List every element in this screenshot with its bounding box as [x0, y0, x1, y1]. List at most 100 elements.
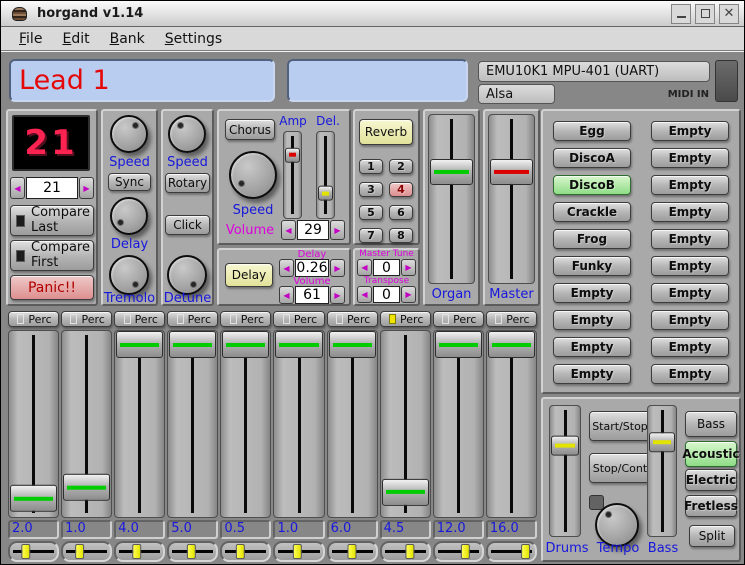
bass-type-electric-button[interactable]: Electric	[685, 469, 737, 491]
bass-type-acoustic-button[interactable]: Acoustic	[685, 441, 737, 467]
chorus-amp-slider[interactable]	[283, 131, 302, 219]
chorus-button[interactable]: Chorus	[225, 119, 275, 140]
delay-volume-decrement[interactable]	[279, 286, 294, 304]
delay-volume-value[interactable]: 61	[295, 286, 329, 304]
delay-volume-increment[interactable]	[330, 286, 345, 304]
menu-edit[interactable]: Edit	[52, 29, 99, 49]
drawbar-fader-handle[interactable]	[222, 331, 269, 358]
preset-button-right-7[interactable]: Empty	[651, 283, 729, 303]
master-fader-handle[interactable]	[490, 159, 533, 185]
reverb-type-7[interactable]: 7	[359, 228, 383, 243]
delay-time-decrement[interactable]	[279, 259, 294, 277]
panic-button[interactable]: Panic!!	[10, 275, 94, 300]
detune-knob[interactable]	[167, 255, 207, 295]
bass-type-fretless-button[interactable]: Fretless	[685, 495, 737, 517]
drawbar-fader-4[interactable]	[167, 330, 218, 518]
perc-toggle-9[interactable]: Perc	[433, 311, 484, 327]
perc-toggle-6[interactable]: Perc	[273, 311, 324, 327]
chorus-amp-handle[interactable]	[285, 148, 300, 163]
drawbar-fader-handle[interactable]	[275, 331, 322, 358]
maximize-button[interactable]	[695, 4, 715, 24]
close-button[interactable]	[719, 4, 739, 24]
drawbar-fader-handle[interactable]	[488, 331, 535, 358]
master-tune-value[interactable]: 0	[373, 259, 400, 276]
drawbar-fader-handle[interactable]	[116, 331, 163, 358]
drawbar-fader-7[interactable]	[327, 330, 378, 518]
pan-handle[interactable]	[293, 544, 302, 559]
perc-toggle-10[interactable]: Perc	[486, 311, 537, 327]
drawbar-fader-8[interactable]	[380, 330, 431, 518]
preset-button-right-1[interactable]: Empty	[651, 121, 729, 141]
preset-button-right-2[interactable]: Empty	[651, 148, 729, 168]
preset-button-left-5[interactable]: Frog	[553, 229, 631, 249]
preset-button-left-10[interactable]: Empty	[553, 364, 631, 384]
menu-settings[interactable]: Settings	[155, 29, 232, 49]
chorus-del-handle[interactable]	[318, 186, 333, 201]
organ-fader-handle[interactable]	[430, 159, 473, 185]
perc-toggle-3[interactable]: Perc	[114, 311, 165, 327]
pan-slider-5[interactable]	[220, 541, 271, 562]
preset-button-left-6[interactable]: Funky	[553, 256, 631, 276]
delay-time-value[interactable]: 0.26	[295, 259, 329, 277]
preset-button-right-10[interactable]: Empty	[651, 364, 729, 384]
perc-toggle-8[interactable]: Perc	[380, 311, 431, 327]
compare-last-button[interactable]: Compare Last	[10, 205, 94, 236]
chorus-volume-value[interactable]: 29	[297, 220, 329, 240]
rotary-speed-knob[interactable]	[168, 115, 206, 153]
drawbar-fader-3[interactable]	[114, 330, 165, 518]
preset-button-left-3[interactable]: DiscoB	[553, 175, 631, 195]
perc-toggle-5[interactable]: Perc	[220, 311, 271, 327]
reverb-type-8[interactable]: 8	[389, 228, 413, 243]
vibrato-delay-knob[interactable]	[110, 197, 148, 235]
split-button[interactable]: Split	[689, 525, 735, 547]
vibrato-speed-knob[interactable]	[110, 115, 148, 153]
drawbar-fader-5[interactable]	[220, 330, 271, 518]
reverb-type-4[interactable]: 4	[389, 182, 413, 197]
drawbar-fader-2[interactable]	[61, 330, 112, 518]
pan-slider-2[interactable]	[61, 541, 112, 562]
drawbar-fader-handle[interactable]	[169, 331, 216, 358]
master-tune-decrement[interactable]	[357, 259, 372, 276]
pan-slider-10[interactable]	[486, 541, 537, 562]
pan-handle[interactable]	[348, 544, 357, 559]
transpose-increment[interactable]	[401, 286, 416, 303]
perc-toggle-2[interactable]: Perc	[61, 311, 112, 327]
transpose-decrement[interactable]	[357, 286, 372, 303]
preset-button-left-7[interactable]: Empty	[553, 283, 631, 303]
minimize-button[interactable]	[671, 4, 691, 24]
delay-button[interactable]: Delay	[225, 263, 273, 287]
bass-fader-handle[interactable]	[649, 432, 675, 452]
preset-button-right-9[interactable]: Empty	[651, 337, 729, 357]
preset-button-left-8[interactable]: Empty	[553, 310, 631, 330]
delay-time-increment[interactable]	[330, 259, 345, 277]
drawbar-fader-handle[interactable]	[329, 331, 376, 358]
audio-driver-select[interactable]: Alsa	[478, 84, 555, 104]
preset-button-right-3[interactable]: Empty	[651, 175, 729, 195]
organ-fader[interactable]	[428, 114, 475, 284]
program-decrement-button[interactable]	[10, 177, 25, 199]
drawbar-fader-6[interactable]	[273, 330, 324, 518]
compare-first-button[interactable]: Compare First	[10, 240, 94, 271]
drawbar-fader-handle[interactable]	[63, 474, 110, 501]
pan-handle[interactable]	[521, 544, 530, 559]
preset-button-left-4[interactable]: Crackle	[553, 202, 631, 222]
perc-toggle-1[interactable]: Perc	[8, 311, 59, 327]
preset-button-left-9[interactable]: Empty	[553, 337, 631, 357]
preset-button-right-4[interactable]: Empty	[651, 202, 729, 222]
preset-button-right-5[interactable]: Empty	[651, 229, 729, 249]
bass-fader[interactable]	[647, 405, 677, 537]
pan-slider-3[interactable]	[114, 541, 165, 562]
master-tune-increment[interactable]	[401, 259, 416, 276]
reverb-type-6[interactable]: 6	[389, 205, 413, 220]
reverb-type-5[interactable]: 5	[359, 205, 383, 220]
preset-button-left-1[interactable]: Egg	[553, 121, 631, 141]
reverb-type-1[interactable]: 1	[359, 159, 383, 174]
preset-button-right-6[interactable]: Empty	[651, 256, 729, 276]
rotary-button[interactable]: Rotary	[165, 173, 210, 193]
drawbar-fader-handle[interactable]	[10, 485, 57, 512]
pan-slider-6[interactable]	[273, 541, 324, 562]
pan-handle[interactable]	[187, 544, 196, 559]
pan-slider-4[interactable]	[167, 541, 218, 562]
pan-slider-8[interactable]	[380, 541, 431, 562]
preset-button-right-8[interactable]: Empty	[651, 310, 729, 330]
